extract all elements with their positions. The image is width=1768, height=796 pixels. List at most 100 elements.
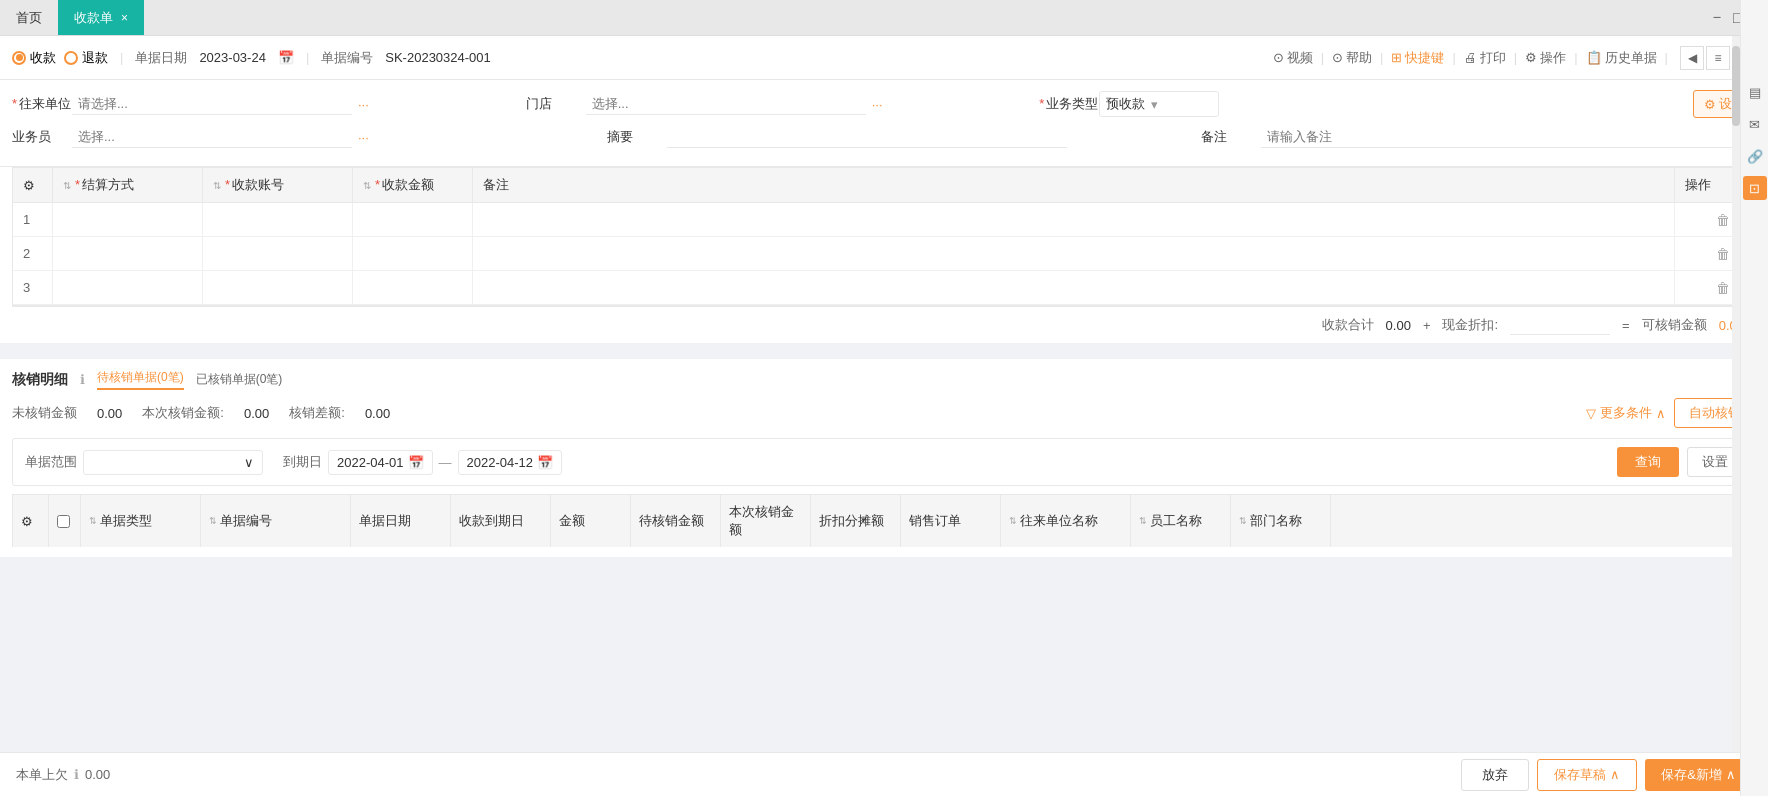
- bth-saleorder: 销售订单: [901, 495, 1001, 547]
- business-type-field: 业务类型 预收款 ▾: [1039, 91, 1219, 117]
- history-icon: 📋: [1586, 50, 1602, 65]
- bth-check[interactable]: [49, 495, 81, 547]
- due-date-start[interactable]: 2022-04-01 📅: [328, 450, 433, 475]
- sort-icon[interactable]: ⇅: [63, 180, 71, 191]
- sidebar-icon-1[interactable]: ▤: [1743, 80, 1767, 104]
- uncancelled-label: 未核销金额: [12, 404, 77, 422]
- delete-icon-1[interactable]: 🗑: [1716, 212, 1730, 228]
- business-type-value: 预收款: [1106, 95, 1145, 113]
- sidebar-icon-3[interactable]: 🔗: [1743, 144, 1767, 168]
- shortcut-btn[interactable]: ⊞ 快捷键: [1391, 49, 1444, 67]
- tab-close-icon[interactable]: ×: [121, 11, 128, 25]
- print-btn[interactable]: 🖨 打印: [1464, 49, 1506, 67]
- sidebar-icon-2[interactable]: ✉: [1743, 112, 1767, 136]
- radio-refund[interactable]: 退款: [64, 49, 108, 67]
- td-account-1[interactable]: [203, 203, 353, 236]
- partner-input[interactable]: [72, 93, 352, 115]
- select-all-checkbox[interactable]: [57, 515, 70, 528]
- number-label: 单据编号: [321, 49, 373, 67]
- layout-btn-list[interactable]: ≡: [1706, 46, 1730, 70]
- sort-icon[interactable]: ⇅: [1009, 516, 1017, 526]
- video-btn[interactable]: ⊙ 视频: [1273, 49, 1313, 67]
- th-remark: 备注: [473, 168, 1675, 202]
- sort-icon[interactable]: ⇅: [363, 180, 371, 191]
- td-account-3[interactable]: [203, 271, 353, 304]
- range-arrow: ∨: [244, 455, 254, 470]
- history-btn[interactable]: 📋 历史单据: [1586, 49, 1657, 67]
- shop-more-icon[interactable]: ···: [866, 97, 889, 112]
- staff-input[interactable]: [72, 126, 352, 148]
- query-button[interactable]: 查询: [1617, 447, 1679, 477]
- abandon-button[interactable]: 放弃: [1461, 759, 1529, 791]
- delete-icon-2[interactable]: 🗑: [1716, 246, 1730, 262]
- form-content: 往来单位 ··· 门店 ··· 业务类型 预收款 ▾: [0, 80, 1768, 167]
- period-info-icon[interactable]: ℹ: [74, 767, 79, 782]
- scrollbar-thumb[interactable]: [1732, 46, 1740, 126]
- more-filter-btn[interactable]: ▽ 更多条件 ∧: [1586, 404, 1666, 422]
- tab-home[interactable]: 首页: [0, 0, 58, 35]
- remark-input[interactable]: [1261, 126, 1756, 148]
- calendar-icon[interactable]: 📅: [278, 50, 294, 65]
- td-remark-2[interactable]: [473, 237, 1675, 270]
- pending-tab[interactable]: 待核销单据(0笔): [97, 369, 184, 390]
- td-amount-3[interactable]: [353, 271, 473, 304]
- help-label: 帮助: [1346, 49, 1372, 67]
- sort-icon[interactable]: ⇅: [209, 516, 217, 526]
- td-account-2[interactable]: [203, 237, 353, 270]
- td-amount-2[interactable]: [353, 237, 473, 270]
- staff-label: 业务员: [12, 128, 72, 146]
- td-settlement-3[interactable]: [53, 271, 203, 304]
- sort-icon[interactable]: ⇅: [89, 516, 97, 526]
- amount-label: 金额: [559, 512, 585, 530]
- th-settings[interactable]: ⚙: [13, 168, 53, 202]
- td-amount-1[interactable]: [353, 203, 473, 236]
- staff-more-icon[interactable]: ···: [352, 130, 375, 145]
- video-label: 视频: [1287, 49, 1313, 67]
- shop-input[interactable]: [586, 93, 866, 115]
- th-account: ⇅ 收款账号: [203, 168, 353, 202]
- sep2: |: [306, 50, 309, 65]
- sort-icon[interactable]: ⇅: [1239, 516, 1247, 526]
- layout-btn-prev[interactable]: ◀: [1680, 46, 1704, 70]
- delete-icon-3[interactable]: 🗑: [1716, 280, 1730, 296]
- due-date-end[interactable]: 2022-04-12 📅: [458, 450, 563, 475]
- bth-employee: ⇅ 员工名称: [1131, 495, 1231, 547]
- business-type-select[interactable]: 预收款 ▾: [1099, 91, 1219, 117]
- td-settlement-2[interactable]: [53, 237, 203, 270]
- pending-label: 待核销金额: [639, 512, 704, 530]
- range-label: 单据范围: [25, 453, 77, 471]
- sidebar-icon-4[interactable]: ⊡: [1743, 176, 1767, 200]
- save-draft-button[interactable]: 保存草稿 ∧: [1537, 759, 1637, 791]
- td-remark-1[interactable]: [473, 203, 1675, 236]
- done-tab[interactable]: 已核销单据(0笔): [196, 371, 283, 388]
- td-settlement-1[interactable]: [53, 203, 203, 236]
- filter-icon: ▽: [1586, 406, 1596, 421]
- reconciliation-section: 核销明细 ℹ 待核销单据(0笔) 已核销单据(0笔) 未核销金额 0.00 本次…: [0, 359, 1768, 557]
- receivable-label: 可核销金额: [1642, 316, 1707, 334]
- operation-btn[interactable]: ⚙ 操作: [1525, 49, 1566, 67]
- partner-more-icon[interactable]: ···: [352, 97, 375, 112]
- discount-label: 现金折扣:: [1442, 316, 1498, 334]
- discount-input[interactable]: [1510, 315, 1610, 335]
- save-new-button[interactable]: 保存&新增 ∧: [1645, 759, 1752, 791]
- help-btn[interactable]: ⊙ 帮助: [1332, 49, 1372, 67]
- bth-date: 单据日期: [351, 495, 451, 547]
- minimize-button[interactable]: －: [1709, 7, 1725, 28]
- sort-icon[interactable]: ⇅: [1139, 516, 1147, 526]
- bth-amount: 金额: [551, 495, 631, 547]
- range-select[interactable]: ∨: [83, 450, 263, 475]
- tab-receipt[interactable]: 收款单 ×: [58, 0, 144, 35]
- recon-info-icon[interactable]: ℹ: [80, 372, 85, 387]
- td-num-2: 2: [13, 237, 53, 270]
- radio-receipt[interactable]: 收款: [12, 49, 56, 67]
- recon-right: ▽ 更多条件 ∧ 自动核销: [1586, 398, 1756, 428]
- save-new-arrow: ∧: [1726, 767, 1736, 782]
- sort-icon[interactable]: ⇅: [213, 180, 221, 191]
- bth-partner: ⇅ 往来单位名称: [1001, 495, 1131, 547]
- td-remark-3[interactable]: [473, 271, 1675, 304]
- bth-settings[interactable]: ⚙: [13, 495, 49, 547]
- summary-input[interactable]: [667, 126, 1067, 148]
- more-filter-label: 更多条件: [1600, 404, 1652, 422]
- employee-label: 员工名称: [1150, 512, 1202, 530]
- right-sidebar: ▤ ✉ 🔗 ⊡: [1740, 0, 1768, 796]
